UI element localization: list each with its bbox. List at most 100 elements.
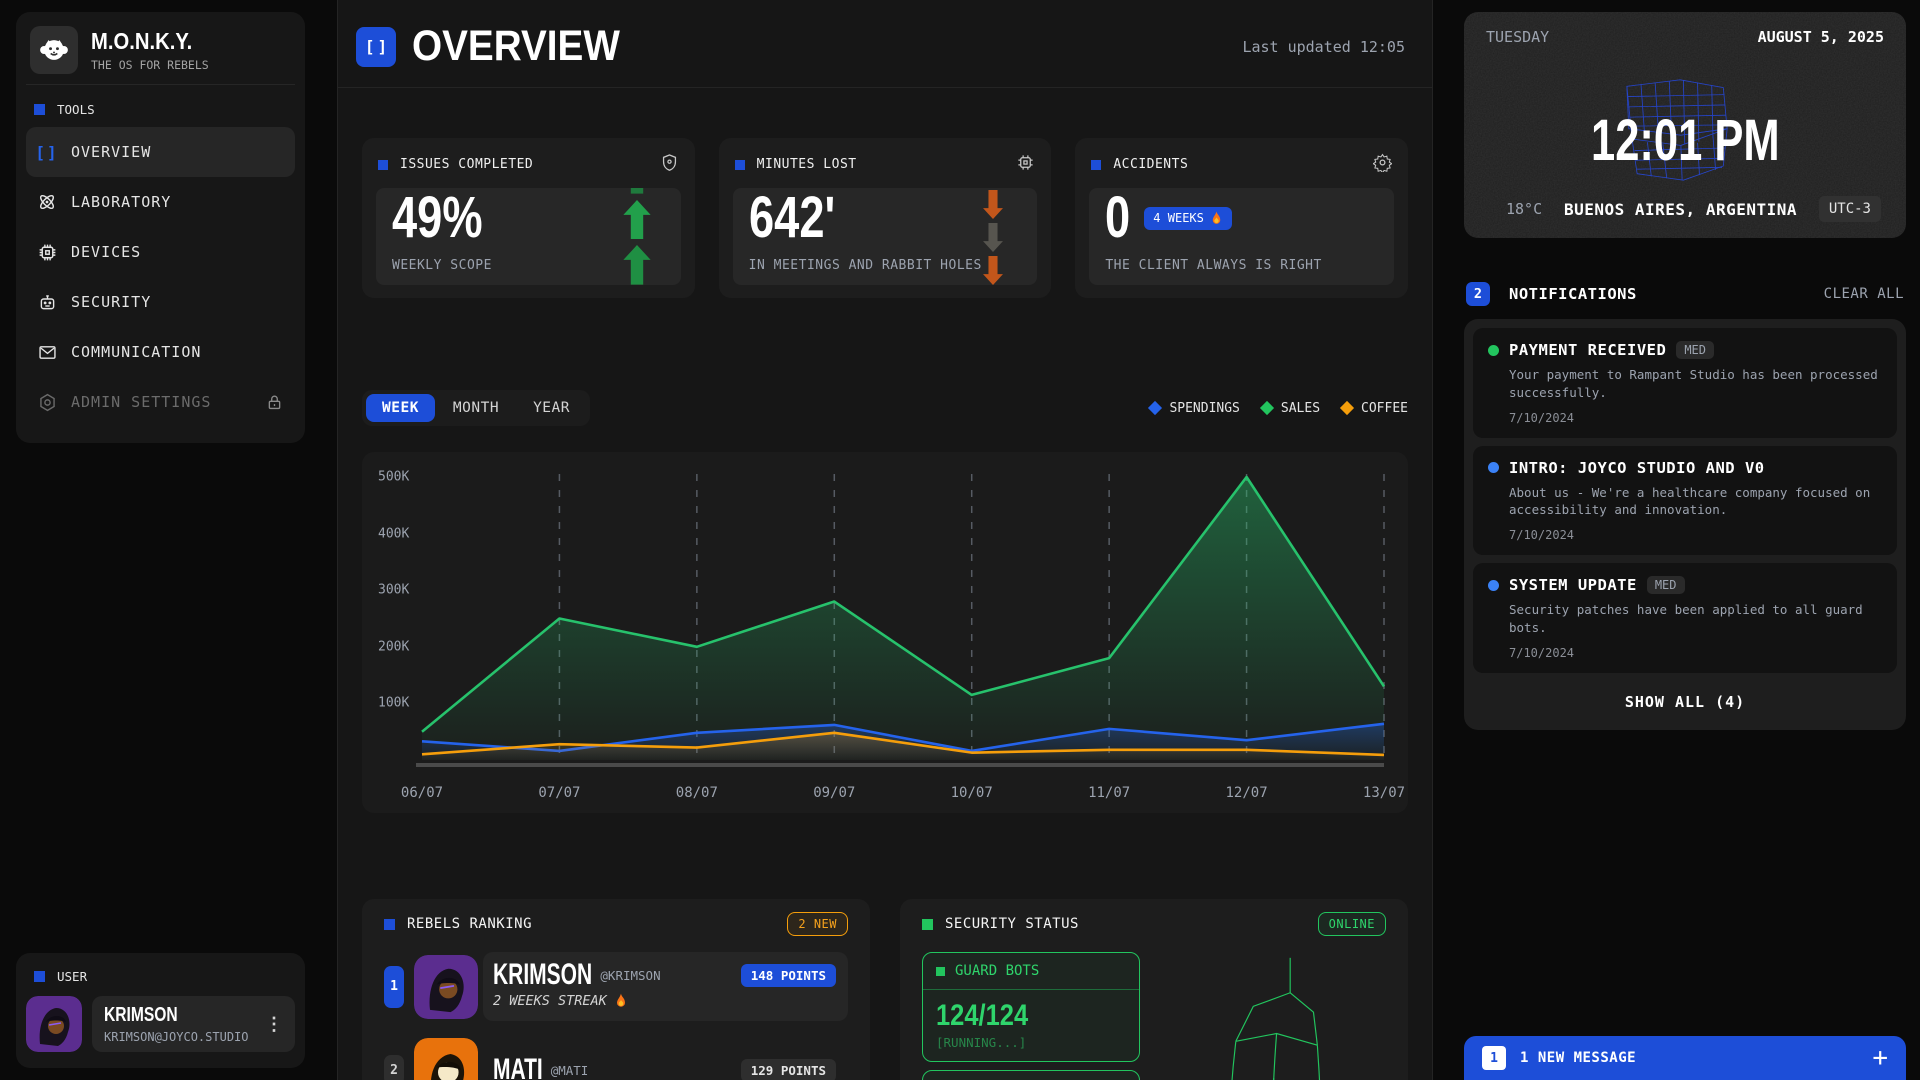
page-header: [] OVERVIEW Last updated 12:05 [338,0,1432,88]
x-axis-label: 09/07 [813,785,855,801]
gear-icon[interactable] [1373,153,1392,176]
sidebar-item-security[interactable]: SECURITY [26,277,295,327]
clear-all-button[interactable]: CLEAR ALL [1824,286,1904,302]
x-axis-label: 13/07 [1363,785,1405,801]
tab-week[interactable]: WEEK [366,394,435,422]
trend-up-arrows [617,188,657,285]
diamond-icon [1260,401,1274,415]
notification-title: INTRO: JOYCO STUDIO AND V0 [1509,459,1765,477]
page-title: OVERVIEW [412,22,599,71]
user-section-label: USER [34,969,287,984]
app: M.O.N.K.Y. THE OS FOR REBELS TOOLS [] OV… [0,0,1920,1080]
shield-icon[interactable] [660,153,679,176]
chip-icon[interactable] [1016,153,1035,176]
tab-year[interactable]: YEAR [517,394,586,422]
blue-square-icon [735,160,745,170]
notification-body: About us - We're a healthcare company fo… [1509,484,1882,520]
stat-card-minutes: MINUTES LOST [719,138,1052,298]
sidebar-item-admin-settings[interactable]: ADMIN SETTINGS [26,377,295,427]
stat-value: 49% [392,189,463,247]
guard-bots-panel: GUARD BOTS 124/124 [RUNNING...] [922,952,1140,1062]
robot-icon [36,291,58,313]
sidebar-item-overview[interactable]: [] OVERVIEW [26,127,295,177]
stat-subtitle: THE CLIENT ALWAYS IS RIGHT [1105,258,1378,273]
notifications-title: NOTIFICATIONS [1509,285,1637,303]
status-dot [1488,580,1499,591]
streak-badge: 4 WEEKS [1144,207,1232,230]
clock-location: BUENOS AIRES, ARGENTINA [1542,200,1819,219]
notification-item[interactable]: PAYMENT RECEIVED MED Your payment to Ram… [1473,328,1897,438]
clock-date: AUGUST 5, 2025 [1758,28,1884,46]
y-axis-label: 400K [378,526,409,541]
blue-square-icon [34,104,45,115]
tab-month[interactable]: MONTH [437,394,515,422]
sidebar-item-communication[interactable]: COMMUNICATION [26,327,295,377]
hexagon-icon [36,391,58,413]
rebel-handle: @KRIMSON [600,968,660,983]
notification-title: PAYMENT RECEIVED [1509,341,1666,359]
rebel-name: MATI [493,1059,528,1080]
green-square-icon [936,967,945,976]
clock-widget: TUESDAY AUGUST 5, 2025 12:01 PM 18°C BUE… [1464,12,1906,238]
x-axis-label: 08/07 [676,785,718,801]
user-email: KRIMSON@JOYCO.STUDIO [104,1030,249,1044]
ranking-row-2[interactable]: 2 MATI @MATI 129 POINTS [384,1038,848,1080]
brackets-icon: [] [36,141,58,163]
chart-card: 100K200K300K400K500K 06/0707/0708/0709/0… [362,452,1408,813]
robot-illustration [1140,952,1386,1080]
new-message-bar[interactable]: 1 1 NEW MESSAGE + [1464,1036,1906,1080]
trend-down-arrows [973,188,1013,285]
notifications-panel: PAYMENT RECEIVED MED Your payment to Ram… [1464,319,1906,730]
rebel-name: KRIMSON [493,964,563,987]
user-info-panel[interactable]: KRIMSON KRIMSON@JOYCO.STUDIO ⋮ [92,996,295,1052]
ranking-row-1[interactable]: 1 KRIMSON @KRIMSON 148 [384,952,848,1021]
message-label: 1 NEW MESSAGE [1520,1050,1636,1066]
kebab-menu-icon[interactable]: ⋮ [265,1014,283,1035]
diamond-icon [1340,401,1354,415]
guard-bots-count: 124/124 [936,999,1014,1033]
notification-item[interactable]: INTRO: JOYCO STUDIO AND V0 About us - We… [1473,446,1897,556]
notification-date: 7/10/2024 [1509,411,1882,425]
overview-brackets-icon: [] [356,27,396,67]
sidebar-item-devices[interactable]: DEVICES [26,227,295,277]
chart-controls: WEEK MONTH YEAR SPENDINGS SALES [362,390,1408,426]
clock-utc-offset: UTC-3 [1819,196,1881,222]
stat-panel-accidents: 0 4 WEEKS THE CLIENT ALWAYS IS RIGHT [1089,188,1394,285]
area-chart[interactable]: 100K200K300K400K500K [376,468,1392,772]
lock-icon [263,391,285,413]
chart-legend: SPENDINGS SALES COFFEE [1150,401,1408,416]
stat-panel-issues: 49% WEEKLY SCOPE [376,188,681,285]
stat-card-accidents: ACCIDENTS 0 4 WEEKS [1075,138,1408,298]
stat-panel-minutes: 642' IN MEETINGS AND RABBIT HOLES [733,188,1038,285]
chip-icon [36,241,58,263]
points-badge: 129 POINTS [741,1059,836,1080]
priority-badge: MED [1676,341,1714,359]
clock-time: 12:01 PM [1591,112,1732,170]
streak-label: 2 WEEKS STREAK [493,993,836,1009]
user-avatar [26,996,82,1052]
x-axis-label: 10/07 [951,785,993,801]
main-content: [] OVERVIEW Last updated 12:05 ISSUES CO… [337,0,1433,1080]
flame-icon [614,993,628,1009]
blue-square-icon [384,919,395,930]
points-badge: 148 POINTS [741,964,836,987]
show-all-button[interactable]: SHOW ALL (4) [1473,681,1897,721]
blue-square-icon [1091,160,1101,170]
x-axis-label: 12/07 [1225,785,1267,801]
stats-row: ISSUES COMPLETED [362,138,1408,298]
last-updated: Last updated 12:05 [1242,38,1405,56]
y-axis-label: 200K [378,639,409,654]
y-axis-label: 300K [378,583,409,598]
legend-sales: SALES [1262,401,1320,416]
user-name: KRIMSON [104,1004,161,1027]
notification-item[interactable]: SYSTEM UPDATE MED Security patches have … [1473,563,1897,673]
blue-square-icon [378,160,388,170]
tools-section-label: TOOLS [34,102,287,117]
sidebar-item-laboratory[interactable]: LABORATORY [26,177,295,227]
rank-number: 1 [384,966,404,1008]
stat-card-issues: ISSUES COMPLETED [362,138,695,298]
status-dot [1488,462,1499,473]
new-badge: 2 NEW [787,912,848,936]
right-sidebar: TUESDAY AUGUST 5, 2025 12:01 PM 18°C BUE… [1464,0,1906,1080]
plus-icon[interactable]: + [1872,1043,1888,1073]
